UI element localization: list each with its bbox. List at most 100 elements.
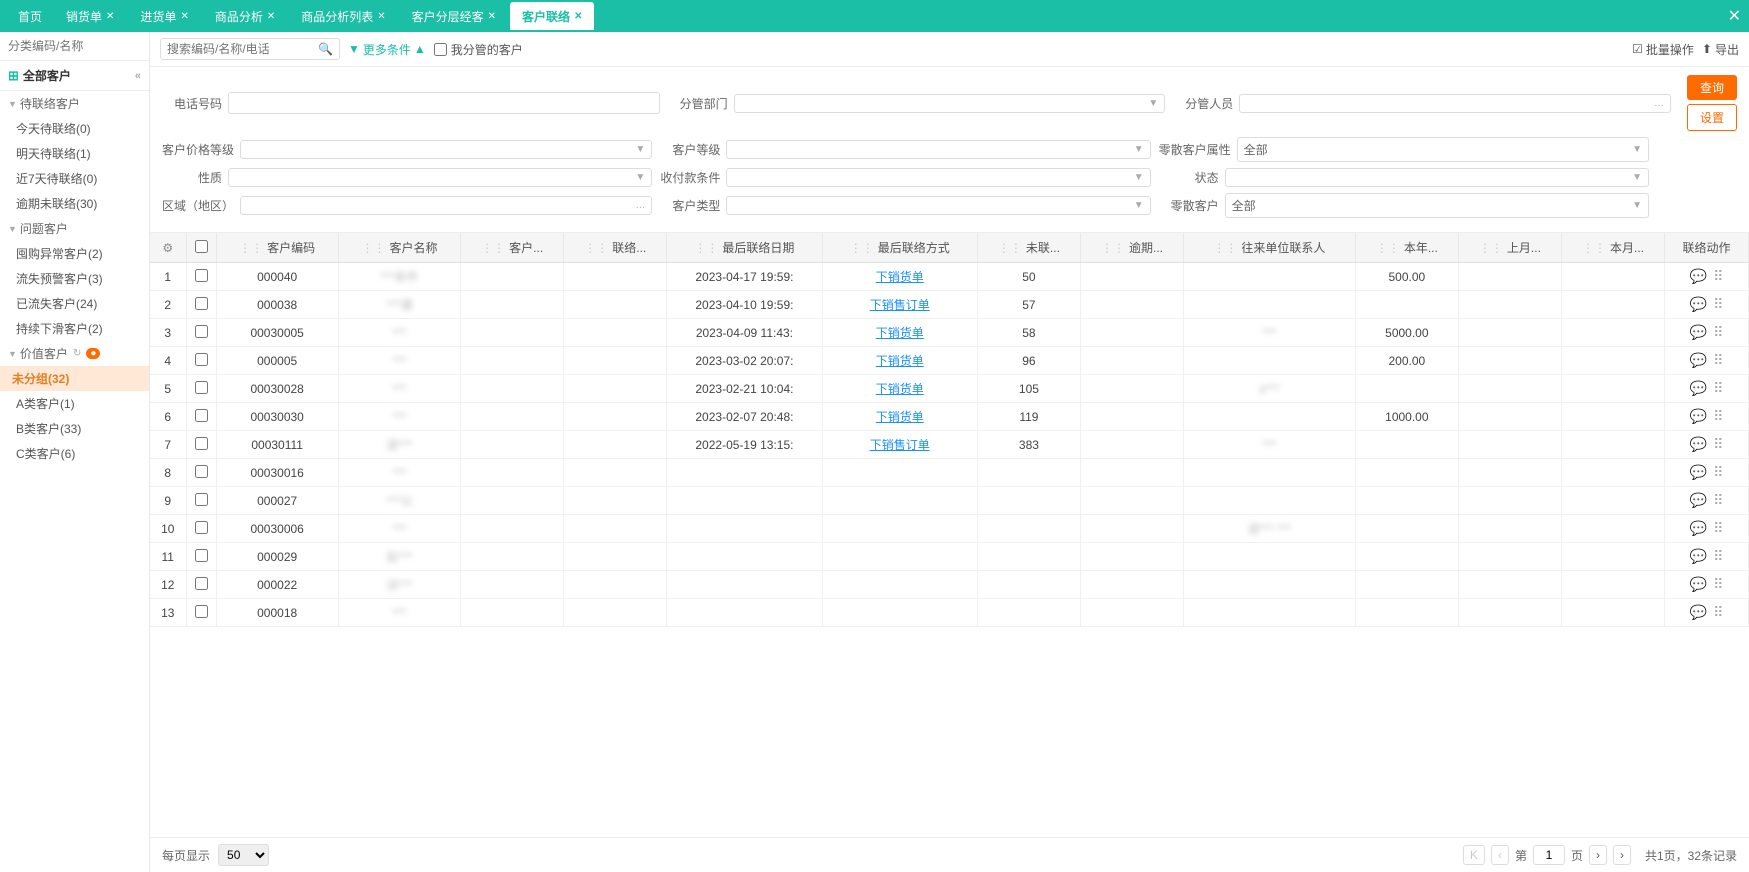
export-btn[interactable]: ⬆ 导出 [1702, 41, 1739, 58]
per-page-select[interactable]: 50 100 200 [218, 844, 269, 866]
batch-op-btn[interactable]: ☑ 批量操作 [1632, 41, 1694, 58]
row-checkbox[interactable] [195, 325, 208, 338]
chat-icon[interactable]: 💬 [1690, 492, 1707, 509]
chat-icon[interactable]: 💬 [1690, 520, 1707, 537]
query-button[interactable]: 查询 [1687, 75, 1737, 100]
grid-icon[interactable]: ⠿ [1713, 436, 1723, 453]
sidebar-item-overdue[interactable]: 逾期未联络(30) [0, 191, 149, 216]
window-close-button[interactable]: ✕ [1728, 6, 1741, 26]
grid-icon[interactable]: ⠿ [1713, 268, 1723, 285]
close-product-analysis-tab[interactable]: ✕ [267, 11, 275, 22]
chat-icon[interactable]: 💬 [1690, 268, 1707, 285]
grid-icon[interactable]: ⠿ [1713, 492, 1723, 509]
grid-icon[interactable]: ⠿ [1713, 576, 1723, 593]
row-checkbox[interactable] [195, 521, 208, 534]
sidebar-item-b-class[interactable]: B类客户(33) [0, 416, 149, 441]
sidebar-item-tomorrow[interactable]: 明天待联络(1) [0, 141, 149, 166]
row-checkbox[interactable] [195, 297, 208, 310]
row-checkbox[interactable] [195, 493, 208, 506]
sidebar-all-customers[interactable]: ⊞ 全部客户 « [0, 61, 149, 91]
tab-customer-segment[interactable]: 客户分层经客 ✕ [400, 2, 508, 30]
chat-icon[interactable]: 💬 [1690, 408, 1707, 425]
sidebar-item-churned[interactable]: 已流失客户(24) [0, 291, 149, 316]
filter-retail-select[interactable]: 全部 ▼ [1225, 193, 1649, 218]
sidebar-item-7days[interactable]: 近7天待联络(0) [0, 166, 149, 191]
grid-icon[interactable]: ⠿ [1713, 548, 1723, 565]
row-last-way[interactable]: 下销售订单 [822, 291, 977, 319]
more-filter-btn[interactable]: ▼ 更多条件 ▲ [348, 41, 426, 58]
my-customer-checkbox-label[interactable]: 我分管的客户 [434, 41, 523, 58]
tab-customer-contact[interactable]: 客户联络 ✕ [510, 2, 594, 30]
chat-icon[interactable]: 💬 [1690, 548, 1707, 565]
row-last-way[interactable]: 下销货单 [822, 319, 977, 347]
row-checkbox[interactable] [195, 269, 208, 282]
chat-icon[interactable]: 💬 [1690, 576, 1707, 593]
filter-region-select[interactable]: … [240, 196, 652, 215]
grid-icon[interactable]: ⠿ [1713, 296, 1723, 313]
sidebar-item-declining[interactable]: 持续下滑客户(2) [0, 316, 149, 341]
main-search-input[interactable] [167, 42, 314, 56]
row-last-way[interactable]: 下销货单 [822, 347, 977, 375]
chat-icon[interactable]: 💬 [1690, 324, 1707, 341]
filter-price-level-select[interactable]: ▼ [240, 140, 652, 159]
row-checkbox[interactable] [195, 353, 208, 366]
grid-icon[interactable]: ⠿ [1713, 604, 1723, 621]
tab-sales[interactable]: 销货单 ✕ [54, 2, 126, 30]
chat-icon[interactable]: 💬 [1690, 464, 1707, 481]
grid-icon[interactable]: ⠿ [1713, 380, 1723, 397]
my-customer-checkbox[interactable] [434, 43, 447, 56]
grid-icon[interactable]: ⠿ [1713, 408, 1723, 425]
filter-payment-select[interactable]: ▼ [726, 168, 1150, 187]
row-last-way[interactable]: 下销货单 [822, 375, 977, 403]
grid-icon[interactable]: ⠿ [1713, 352, 1723, 369]
sidebar-group-pending[interactable]: ▼ 待联络客户 [0, 91, 149, 116]
tab-purchase[interactable]: 进货单 ✕ [128, 2, 200, 30]
sidebar-group-value[interactable]: ▼ 价值客户 ↻ ● [0, 341, 149, 366]
sidebar-item-c-class[interactable]: C类客户(6) [0, 441, 149, 466]
sidebar-item-churn-warning[interactable]: 流失预警客户(3) [0, 266, 149, 291]
row-checkbox[interactable] [195, 465, 208, 478]
chat-icon[interactable]: 💬 [1690, 380, 1707, 397]
close-contact-tab[interactable]: ✕ [574, 11, 582, 22]
grid-icon[interactable]: ⠿ [1713, 324, 1723, 341]
sidebar-item-today[interactable]: 今天待联络(0) [0, 116, 149, 141]
filter-customer-level-select[interactable]: ▼ [726, 140, 1150, 159]
chat-icon[interactable]: 💬 [1690, 296, 1707, 313]
filter-manager-select[interactable]: … [1239, 94, 1671, 113]
close-purchase-tab[interactable]: ✕ [180, 11, 188, 22]
reset-button[interactable]: 设置 [1687, 104, 1737, 131]
filter-status-select[interactable]: ▼ [1225, 168, 1649, 187]
grid-icon[interactable]: ⠿ [1713, 464, 1723, 481]
row-checkbox[interactable] [195, 409, 208, 422]
tab-product-analysis[interactable]: 商品分析 ✕ [203, 2, 287, 30]
grid-icon[interactable]: ⠿ [1713, 520, 1723, 537]
filter-dept-select[interactable]: ▼ [734, 94, 1166, 113]
row-checkbox[interactable] [195, 577, 208, 590]
last-page-btn[interactable]: › [1613, 845, 1631, 865]
row-checkbox[interactable] [195, 437, 208, 450]
row-last-way[interactable]: 下销货单 [822, 263, 977, 291]
filter-nature-select[interactable]: ▼ [228, 168, 652, 187]
chat-icon[interactable]: 💬 [1690, 604, 1707, 621]
prev-page-btn[interactable]: ‹ [1491, 845, 1509, 865]
row-last-way[interactable]: 下销货单 [822, 403, 977, 431]
sidebar-item-abnormal[interactable]: 囤购异常客户(2) [0, 241, 149, 266]
filter-customer-type-select[interactable]: ▼ [726, 196, 1150, 215]
main-search-icon[interactable]: 🔍 [318, 42, 333, 56]
sidebar-item-ungrouped[interactable]: 未分组(32) [0, 366, 149, 391]
row-last-way[interactable]: 下销售订单 [822, 431, 977, 459]
chat-icon[interactable]: 💬 [1690, 352, 1707, 369]
close-sales-tab[interactable]: ✕ [106, 11, 114, 22]
row-checkbox[interactable] [195, 381, 208, 394]
row-checkbox[interactable] [195, 605, 208, 618]
next-page-btn[interactable]: › [1589, 845, 1607, 865]
sidebar-collapse-icon[interactable]: « [135, 70, 141, 82]
sidebar-group-problem[interactable]: ▼ 问题客户 [0, 216, 149, 241]
select-all-checkbox[interactable] [195, 240, 208, 253]
close-product-list-tab[interactable]: ✕ [377, 11, 385, 22]
tab-home[interactable]: 首页 [8, 4, 52, 29]
tab-product-list[interactable]: 商品分析列表 ✕ [289, 2, 397, 30]
sidebar-item-a-class[interactable]: A类客户(1) [0, 391, 149, 416]
settings-icon[interactable]: ⚙ [162, 241, 173, 255]
close-segment-tab[interactable]: ✕ [488, 11, 496, 22]
